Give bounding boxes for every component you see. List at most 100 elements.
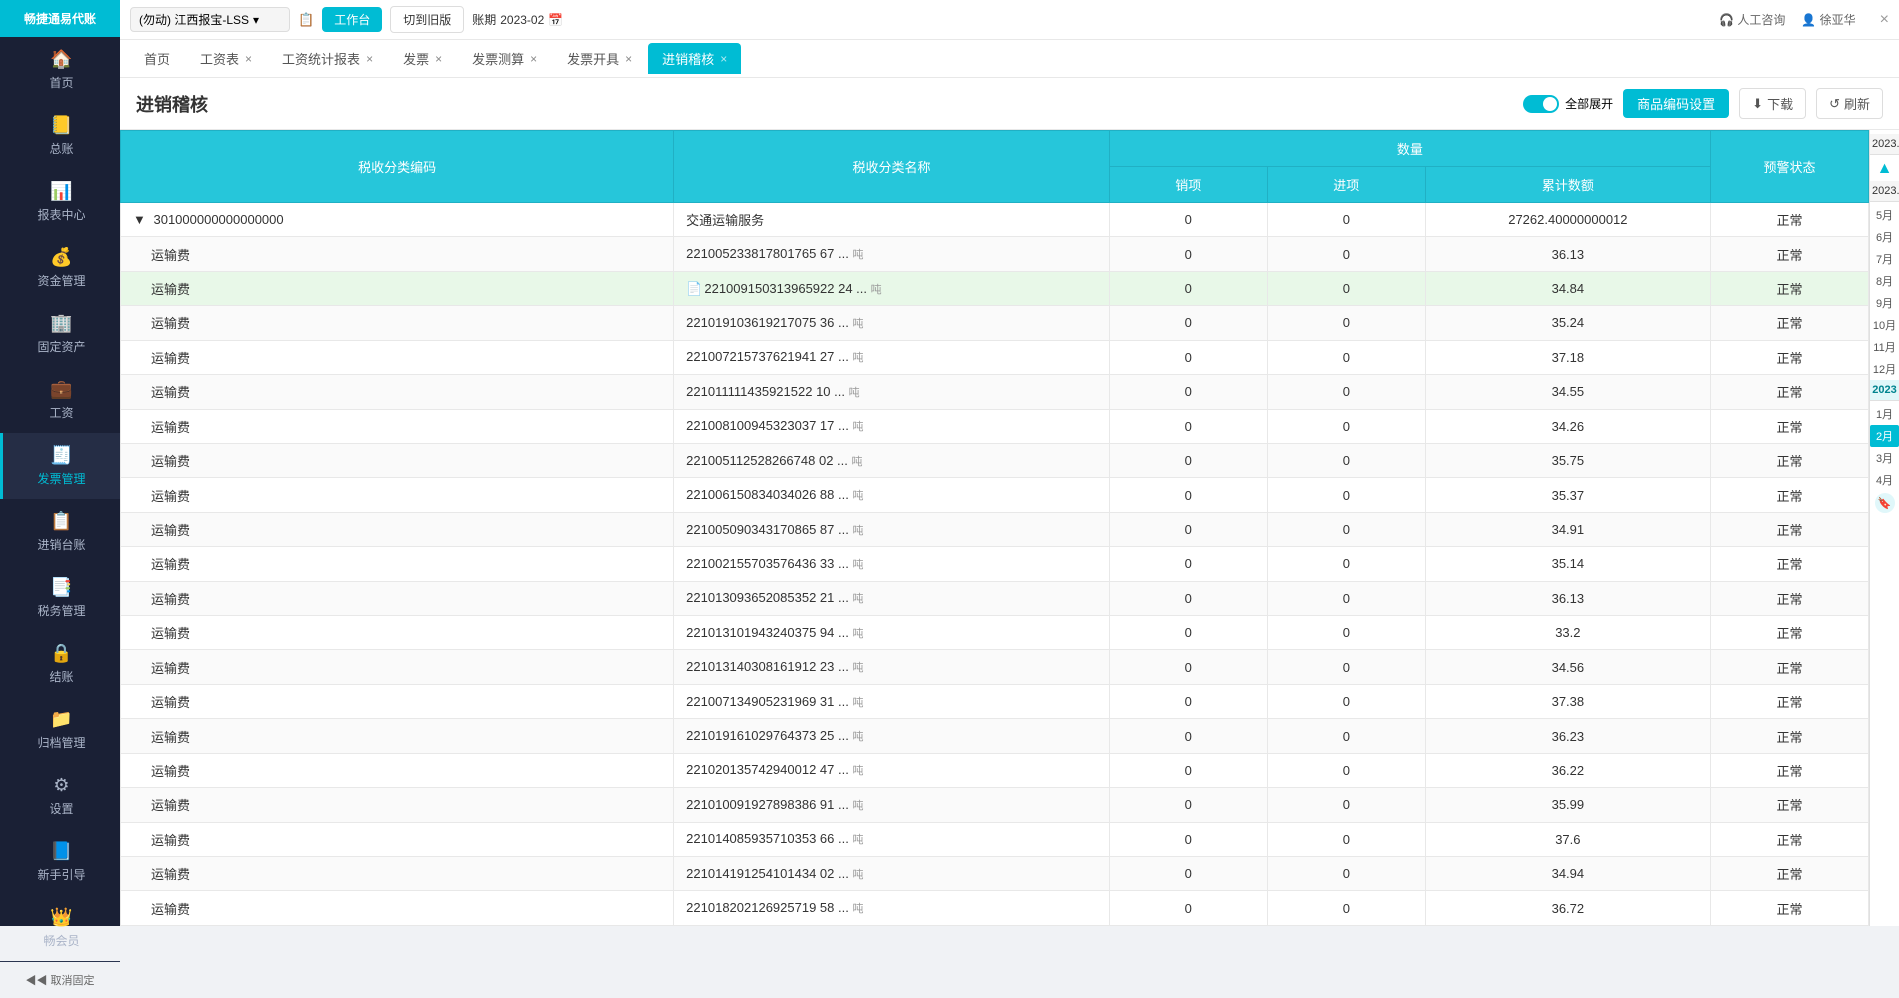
month-6[interactable]: 6月: [1870, 226, 1899, 248]
user-display: 👤 徐亚华: [1801, 11, 1855, 28]
home-icon: 🏠: [50, 49, 72, 70]
row-subcode: 221008100945323037 17 ... 吨: [674, 409, 1110, 443]
row-name-left: 运输费: [121, 271, 674, 305]
row-status: 正常: [1710, 409, 1868, 443]
row-sales: 0: [1109, 822, 1267, 856]
tab-invoice-open-close[interactable]: ×: [625, 52, 632, 66]
sidebar-item-invoice[interactable]: 🧾 发票管理: [0, 433, 120, 499]
row-name-left: 运输费: [121, 375, 674, 409]
table-row: 运输费 221014191254101434 02 ... 吨 0 0 34.9…: [121, 857, 1869, 891]
sidebar-item-reports[interactable]: 📊 报表中心: [0, 169, 120, 235]
refresh-button[interactable]: ↺ 刷新: [1816, 88, 1883, 119]
avatar-icon: 👤: [1801, 13, 1816, 27]
tab-invoice[interactable]: 发票 ×: [389, 43, 456, 74]
refresh-icon: ↺: [1829, 96, 1840, 112]
tab-invoice-open[interactable]: 发票开具 ×: [553, 43, 646, 74]
table-row: 运输费 221008100945323037 17 ... 吨 0 0 34.2…: [121, 409, 1869, 443]
sidebar-item-payroll[interactable]: 💼 工资: [0, 367, 120, 433]
toggle-switch-control[interactable]: [1523, 95, 1559, 113]
table-row: 运输费 221002155703576436 33 ... 吨 0 0 35.1…: [121, 547, 1869, 581]
sidebar-item-assets[interactable]: 🏢 固定资产: [0, 301, 120, 367]
month-10[interactable]: 10月: [1870, 314, 1899, 336]
row-cumulative: 37.18: [1425, 340, 1710, 374]
row-name-left: 运输费: [121, 512, 674, 546]
unpin-button[interactable]: ◀◀ 取消固定: [0, 961, 120, 998]
row-cumulative: 34.55: [1425, 375, 1710, 409]
month-9[interactable]: 9月: [1870, 292, 1899, 314]
sidebar-item-guide[interactable]: 📘 新手引导: [0, 829, 120, 895]
collapse-icon[interactable]: ▼: [133, 212, 146, 227]
tab-payroll-report-close[interactable]: ×: [366, 52, 373, 66]
invoice-icon: 🧾: [50, 445, 72, 466]
row-name-left: 运输费: [121, 684, 674, 718]
row-status: 正常: [1710, 616, 1868, 650]
tab-home[interactable]: 首页: [130, 43, 184, 74]
sidebar-logo: 畅捷通易代账: [0, 0, 120, 37]
row-name-left: 运输费: [121, 237, 674, 271]
col-header-cumulative: 累计数额: [1425, 167, 1710, 203]
sidebar-item-label: 首页: [49, 74, 73, 91]
sidebar-item-settings[interactable]: ⚙ 设置: [0, 763, 120, 829]
scroll-up-arrow[interactable]: ▲: [1870, 157, 1899, 181]
row-status: 正常: [1710, 753, 1868, 787]
expand-toggle[interactable]: 全部展开: [1523, 95, 1613, 113]
topbar-close-button[interactable]: ×: [1880, 11, 1889, 29]
tab-invoice-close[interactable]: ×: [435, 52, 442, 66]
month-3[interactable]: 3月: [1870, 447, 1899, 469]
tab-invoice-calc[interactable]: 发票测算 ×: [458, 43, 551, 74]
tab-payroll-close[interactable]: ×: [245, 52, 252, 66]
month-1[interactable]: 1月: [1870, 403, 1899, 425]
tab-sales-check[interactable]: 进销稽核 ×: [648, 43, 741, 74]
tab-invoice-calc-close[interactable]: ×: [530, 52, 537, 66]
bookmark-icon[interactable]: 🔖: [1875, 493, 1895, 513]
row-status: 正常: [1710, 203, 1868, 237]
row-purchase: 0: [1267, 581, 1425, 615]
month-7[interactable]: 7月: [1870, 248, 1899, 270]
tab-payroll-report-label: 工资统计报表: [282, 49, 360, 68]
page-title: 进销稽核: [136, 91, 208, 117]
sidebar-item-label: 结账: [49, 668, 73, 685]
month-8[interactable]: 8月: [1870, 270, 1899, 292]
tab-payroll[interactable]: 工资表 ×: [186, 43, 266, 74]
calendar-icon[interactable]: 📅: [548, 13, 563, 27]
month-5[interactable]: 5月: [1870, 204, 1899, 226]
sidebar-item-home[interactable]: 🏠 首页: [0, 37, 120, 103]
download-icon: ⬇: [1752, 96, 1763, 112]
company-selector[interactable]: (勿动) 江西报宝-LSS ▾: [130, 7, 290, 32]
row-status: 正常: [1710, 891, 1868, 926]
reports-icon: 📊: [50, 181, 72, 202]
sidebar-item-member[interactable]: 👑 畅会员: [0, 895, 120, 961]
tab-sales-check-close[interactable]: ×: [720, 52, 727, 66]
row-subcode: 221019103619217075 36 ... 吨: [674, 306, 1110, 340]
table-row: 运输费 221007134905231969 31 ... 吨 0 0 37.3…: [121, 684, 1869, 718]
table-row: 运输费 221013101943240375 94 ... 吨 0 0 33.2…: [121, 616, 1869, 650]
workbench-button[interactable]: 工作台: [322, 7, 382, 32]
switch-old-button[interactable]: 切到旧版: [390, 6, 464, 33]
row-subcode: 221006150834034026 88 ... 吨: [674, 478, 1110, 512]
sidebar-item-capital[interactable]: 💰 资金管理: [0, 235, 120, 301]
copy-icon[interactable]: 📋: [298, 12, 314, 28]
row-subcode: 221011111435921522 10 ... 吨: [674, 375, 1110, 409]
sidebar-item-ledger[interactable]: 📒 总账: [0, 103, 120, 169]
download-button[interactable]: ⬇ 下载: [1739, 88, 1806, 119]
month-12[interactable]: 12月: [1870, 358, 1899, 380]
product-code-settings-button[interactable]: 商品编码设置: [1623, 89, 1729, 118]
table-row: 运输费 221011111435921522 10 ... 吨 0 0 34.5…: [121, 375, 1869, 409]
row-status: 正常: [1710, 857, 1868, 891]
row-subcode: 221007134905231969 31 ... 吨: [674, 684, 1110, 718]
sidebar-item-archive[interactable]: 📁 归档管理: [0, 697, 120, 763]
period-display: 账期 2023-02 📅: [472, 11, 563, 28]
month-11[interactable]: 11月: [1870, 336, 1899, 358]
row-cumulative: 36.13: [1425, 581, 1710, 615]
row-subcode: 221013140308161912 23 ... 吨: [674, 650, 1110, 684]
row-name-left: 运输费: [121, 891, 674, 926]
sidebar-item-close[interactable]: 🔒 结账: [0, 631, 120, 697]
row-purchase: 0: [1267, 443, 1425, 477]
month-2[interactable]: 2月: [1870, 425, 1899, 447]
month-4[interactable]: 4月: [1870, 469, 1899, 491]
support-button[interactable]: 🎧 人工咨询: [1719, 11, 1785, 28]
sidebar-item-tax[interactable]: 📑 税务管理: [0, 565, 120, 631]
tab-invoice-label: 发票: [403, 49, 429, 68]
tab-payroll-report[interactable]: 工资统计报表 ×: [268, 43, 387, 74]
sidebar-item-sales-ledger[interactable]: 📋 进销台账: [0, 499, 120, 565]
